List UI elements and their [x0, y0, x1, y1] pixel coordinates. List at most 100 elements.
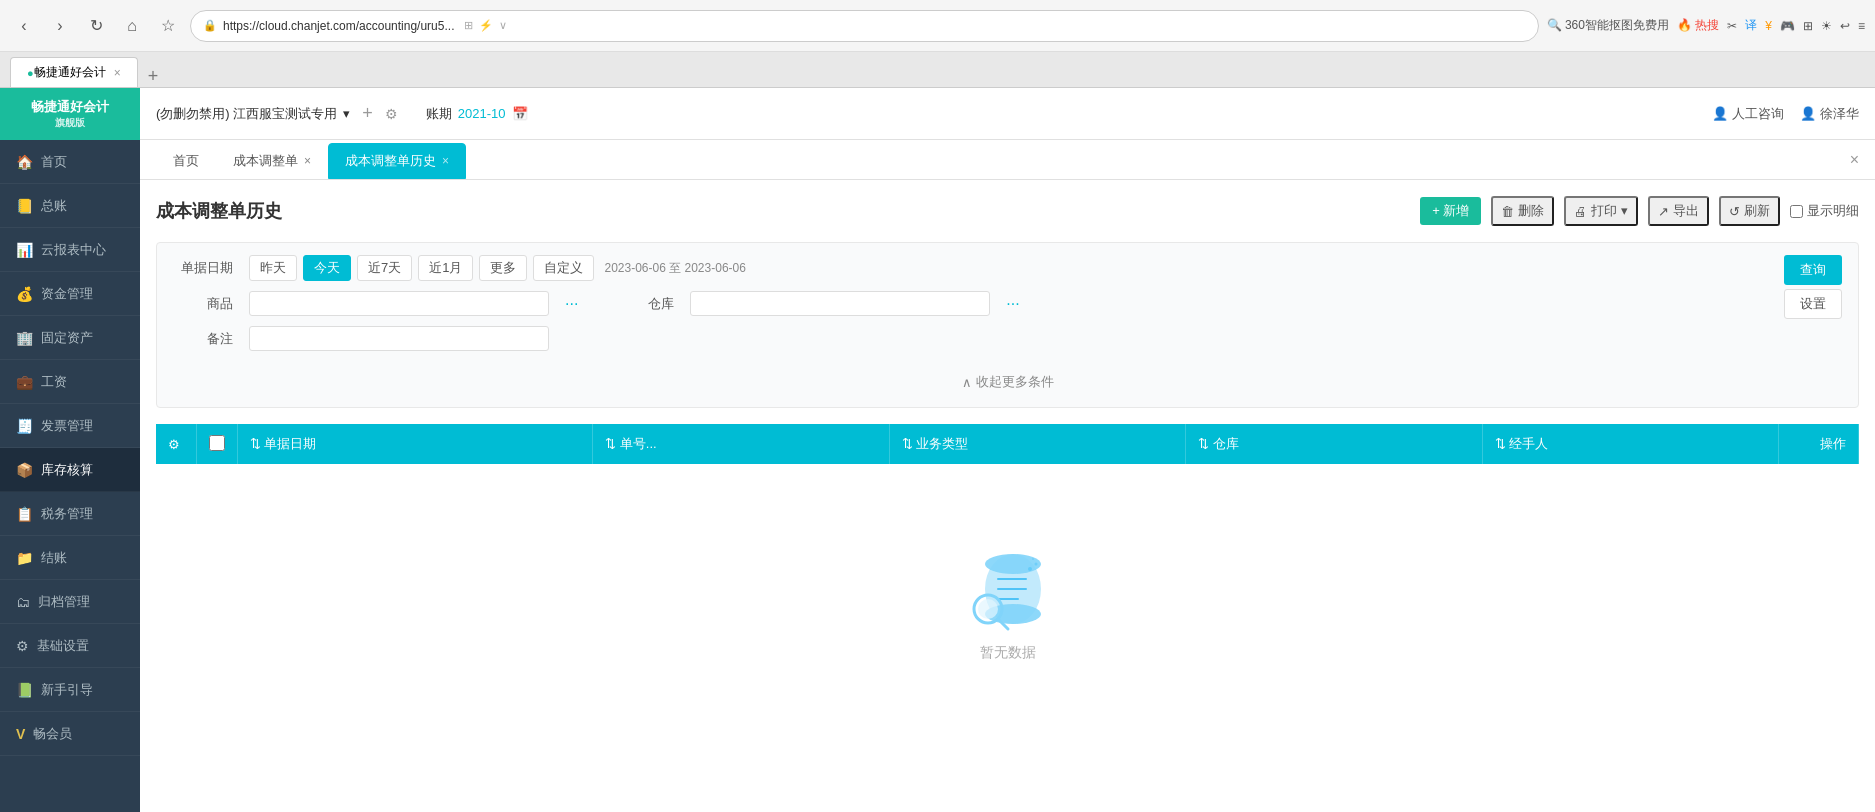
- today-btn[interactable]: 今天: [303, 255, 351, 281]
- sidebar-item-guide[interactable]: 📗 新手引导: [0, 668, 140, 712]
- more-btn[interactable]: 更多: [479, 255, 527, 281]
- add-company-btn[interactable]: +: [362, 103, 373, 124]
- page-tabs: 首页 成本调整单 × 成本调整单历史 × ×: [140, 140, 1875, 180]
- col-date-header[interactable]: ⇅ 单据日期: [237, 424, 593, 464]
- period-value: 2021-10: [458, 106, 506, 121]
- sidebar-item-invoice[interactable]: 🧾 发票管理: [0, 404, 140, 448]
- tool5[interactable]: ⊞: [1803, 19, 1813, 33]
- tool7[interactable]: ↩: [1840, 19, 1850, 33]
- sidebar-item-funds[interactable]: 💰 资金管理: [0, 272, 140, 316]
- home-button[interactable]: ⌂: [118, 12, 146, 40]
- company-selector[interactable]: (勿删勿禁用) 江西服宝测试专用 ▾: [156, 105, 350, 123]
- goods-more-btn[interactable]: ···: [565, 295, 578, 313]
- empty-text: 暂无数据: [980, 644, 1036, 662]
- week7-btn[interactable]: 近7天: [357, 255, 412, 281]
- sidebar-label-invoice: 发票管理: [41, 417, 93, 435]
- month1-btn[interactable]: 近1月: [418, 255, 473, 281]
- tool2[interactable]: 译: [1745, 17, 1757, 34]
- sidebar-item-fixed[interactable]: 🏢 固定资产: [0, 316, 140, 360]
- sidebar-item-closing[interactable]: 📁 结账: [0, 536, 140, 580]
- salary-icon: 💼: [16, 374, 33, 390]
- company-settings-icon[interactable]: ⚙: [385, 106, 398, 122]
- sidebar-item-ledger[interactable]: 📒 总账: [0, 184, 140, 228]
- warehouse-more-btn[interactable]: ···: [1006, 295, 1019, 313]
- bookmark-button[interactable]: ☆: [154, 12, 182, 40]
- sidebar-item-settings[interactable]: ⚙ 基础设置: [0, 624, 140, 668]
- browser-tab[interactable]: ● 畅捷通好会计 ×: [10, 57, 138, 87]
- new-tab-btn[interactable]: +: [140, 66, 167, 87]
- sidebar-item-reports[interactable]: 📊 云报表中心: [0, 228, 140, 272]
- filter-goods-row: 商品 ··· 仓库 ···: [173, 291, 1756, 316]
- date-filter-label: 单据日期: [173, 259, 233, 277]
- home-icon: 🏠: [16, 154, 33, 170]
- tool4[interactable]: 🎮: [1780, 19, 1795, 33]
- close-all-btn[interactable]: ×: [1850, 151, 1859, 169]
- print-button[interactable]: 🖨 打印 ▾: [1564, 196, 1638, 226]
- reload-button[interactable]: ↻: [82, 12, 110, 40]
- calendar-icon[interactable]: 📅: [512, 106, 528, 121]
- export-button[interactable]: ↗ 导出: [1648, 196, 1709, 226]
- close-tab-history[interactable]: ×: [442, 154, 449, 168]
- collapse-button[interactable]: ∧ 收起更多条件: [958, 369, 1058, 395]
- user-profile-btn[interactable]: 👤 徐泽华: [1800, 105, 1859, 123]
- show-detail-toggle[interactable]: 显示明细: [1790, 202, 1859, 220]
- search-tool[interactable]: 🔍 360智能抠图免费用: [1547, 17, 1669, 34]
- consult-btn[interactable]: 👤 人工咨询: [1712, 105, 1784, 123]
- settings-icon: ⚙: [16, 638, 29, 654]
- svg-point-10: [1034, 563, 1037, 566]
- toolbar: + 新增 🗑 🗑 删除 删除 🖨 打印 ▾ ↗ 导出: [1420, 196, 1859, 226]
- main-content: (勿删勿禁用) 江西服宝测试专用 ▾ + ⚙ 账期 2021-10 📅 👤 人工…: [140, 88, 1875, 812]
- tool6[interactable]: ☀: [1821, 19, 1832, 33]
- tool3[interactable]: ¥: [1765, 19, 1772, 33]
- custom-btn[interactable]: 自定义: [533, 255, 594, 281]
- yesterday-btn[interactable]: 昨天: [249, 255, 297, 281]
- warehouse-input[interactable]: [690, 291, 990, 316]
- col-warehouse-header[interactable]: ⇅ 仓库: [1186, 424, 1482, 464]
- refresh-button[interactable]: ↺ 刷新: [1719, 196, 1780, 226]
- show-detail-checkbox[interactable]: [1790, 205, 1803, 218]
- tab-cost-adjust-history[interactable]: 成本调整单历史 ×: [328, 143, 466, 179]
- empty-illustration: [958, 544, 1058, 644]
- filter-settings-button[interactable]: 设置: [1784, 289, 1842, 319]
- date-range-display: 2023-06-06 至 2023-06-06: [604, 260, 745, 277]
- sidebar-label-funds: 资金管理: [41, 285, 93, 303]
- col-settings-header[interactable]: ⚙: [156, 424, 196, 464]
- sidebar-item-archive[interactable]: 🗂 归档管理: [0, 580, 140, 624]
- avatar-icon: 👤: [1800, 106, 1816, 121]
- sidebar-item-inventory[interactable]: 📦 库存核算: [0, 448, 140, 492]
- tab-home[interactable]: 首页: [156, 143, 216, 179]
- hot-search[interactable]: 🔥 热搜: [1677, 17, 1719, 34]
- col-person-header[interactable]: ⇅ 经手人: [1482, 424, 1778, 464]
- tax-icon: 📋: [16, 506, 33, 522]
- collapse-up-icon: ∧: [962, 375, 972, 390]
- sidebar-item-salary[interactable]: 💼 工资: [0, 360, 140, 404]
- query-button[interactable]: 查询: [1784, 255, 1842, 285]
- col-checkbox-header[interactable]: [196, 424, 237, 464]
- address-bar[interactable]: 🔒 https://cloud.chanjet.com/accounting/u…: [190, 10, 1539, 42]
- col-type-header[interactable]: ⇅ 业务类型: [889, 424, 1185, 464]
- back-button[interactable]: ‹: [10, 12, 38, 40]
- sidebar-item-tax[interactable]: 📋 税务管理: [0, 492, 140, 536]
- sidebar-label-reports: 云报表中心: [41, 241, 106, 259]
- sidebar-label-closing: 结账: [41, 549, 67, 567]
- sidebar-item-home[interactable]: 🏠 首页: [0, 140, 140, 184]
- tool8[interactable]: ≡: [1858, 19, 1865, 33]
- col-num-header[interactable]: ⇅ 单号...: [593, 424, 889, 464]
- goods-input[interactable]: [249, 291, 549, 316]
- delete-button[interactable]: 🗑 🗑 删除 删除: [1491, 196, 1554, 226]
- sidebar-label-ledger: 总账: [41, 197, 67, 215]
- remark-input[interactable]: [249, 326, 549, 351]
- forward-button[interactable]: ›: [46, 12, 74, 40]
- svg-point-7: [978, 599, 998, 619]
- tab-cost-adjust[interactable]: 成本调整单 ×: [216, 143, 328, 179]
- data-table: ⚙ ⇅ 单据日期 ⇅ 单号...: [156, 424, 1859, 464]
- select-all-checkbox[interactable]: [209, 435, 225, 451]
- svg-point-1: [985, 554, 1041, 574]
- period-info: 账期 2021-10 📅: [426, 105, 528, 123]
- sidebar-logo: 畅捷通好会计 旗舰版: [0, 88, 140, 140]
- sidebar-item-vip[interactable]: V 畅会员: [0, 712, 140, 756]
- tool1[interactable]: ✂: [1727, 19, 1737, 33]
- new-button[interactable]: + 新增: [1420, 197, 1481, 225]
- close-tab-cost-adjust[interactable]: ×: [304, 154, 311, 168]
- company-dropdown-icon: ▾: [343, 106, 350, 121]
